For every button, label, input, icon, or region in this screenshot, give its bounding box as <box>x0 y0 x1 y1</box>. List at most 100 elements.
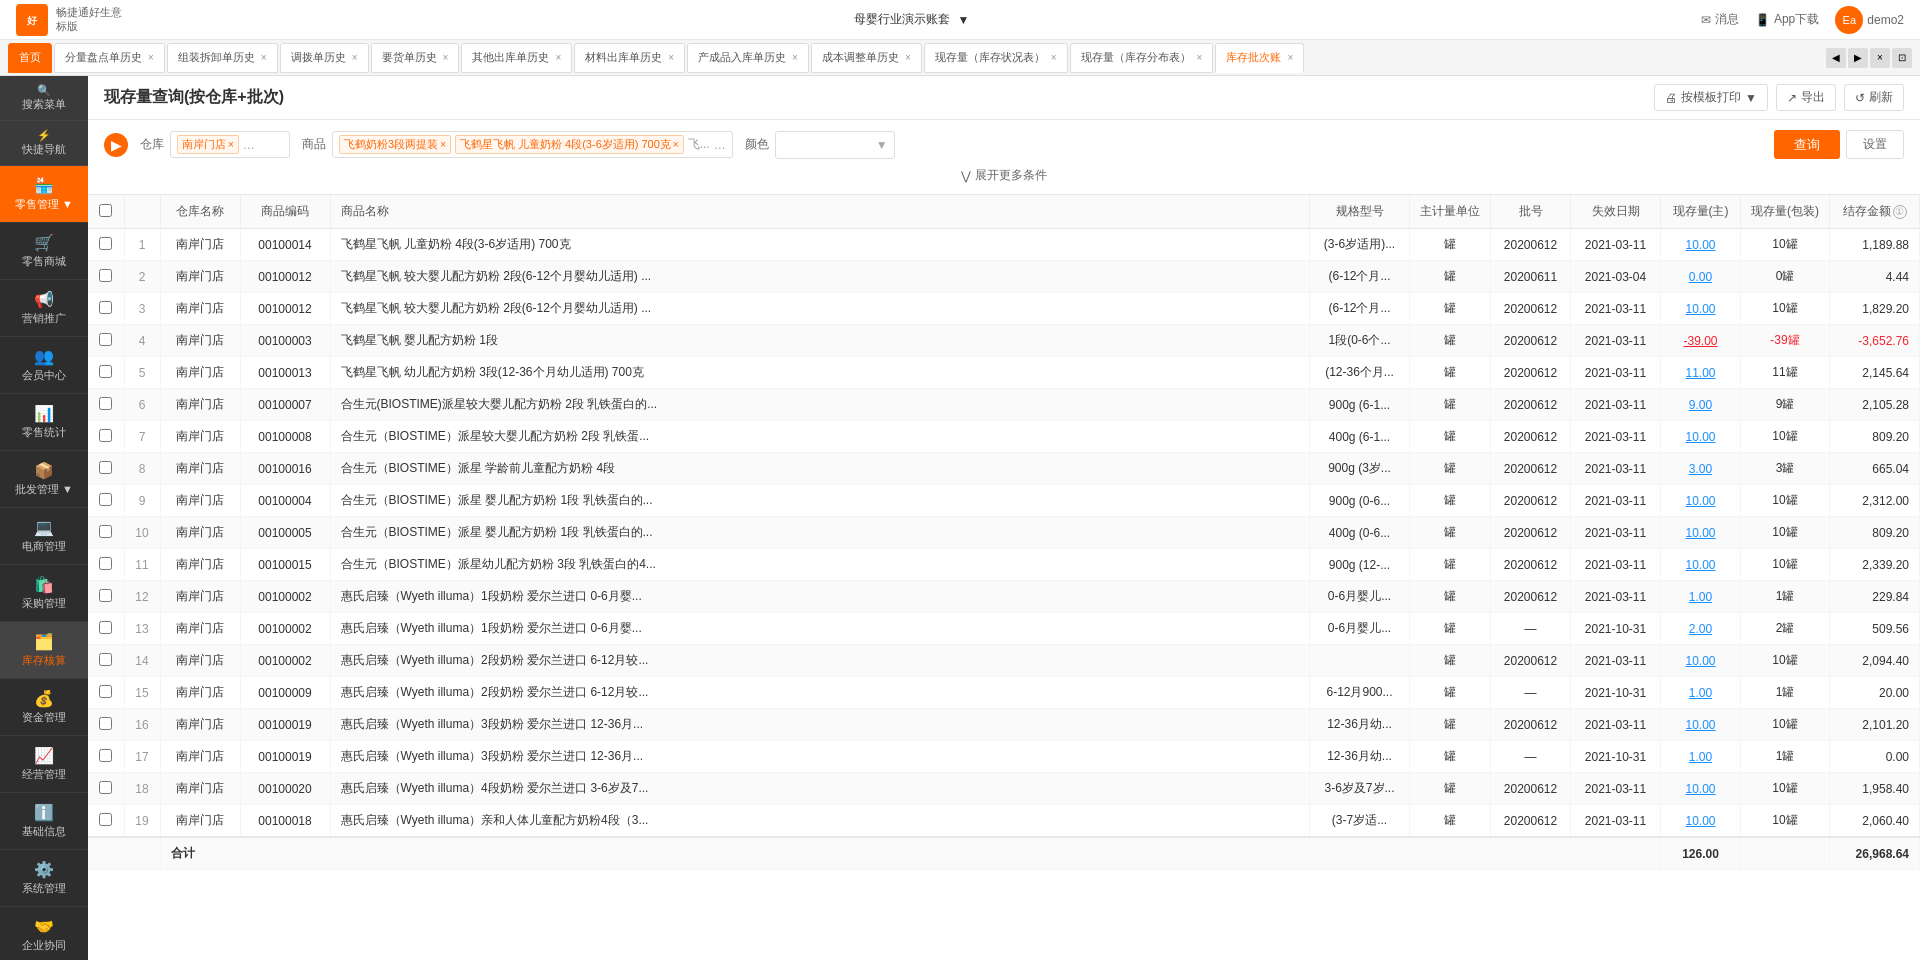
tab-1-close[interactable]: × <box>148 52 154 63</box>
row-stock-main[interactable]: 10.00 <box>1661 549 1741 581</box>
tab-5[interactable]: 其他出库单历史 × <box>461 43 572 73</box>
sidebar-item-purchase[interactable]: 🛍️ 采购管理 <box>0 565 88 622</box>
col-check[interactable] <box>88 195 124 229</box>
tab-6-close[interactable]: × <box>668 52 674 63</box>
sidebar-item-member[interactable]: 👥 会员中心 <box>0 337 88 394</box>
sidebar-item-base-info[interactable]: ℹ️ 基础信息 <box>0 793 88 850</box>
tab-home[interactable]: 首页 <box>8 43 52 73</box>
row-check[interactable] <box>88 677 124 709</box>
company-selector-area[interactable]: 母婴行业演示账套 ▼ <box>854 11 970 28</box>
export-btn[interactable]: ↗ 导出 <box>1776 84 1836 111</box>
tab-prev-btn[interactable]: ◀ <box>1826 48 1846 68</box>
row-stock-main[interactable]: 10.00 <box>1661 517 1741 549</box>
row-check[interactable] <box>88 741 124 773</box>
sidebar-item-ecommerce[interactable]: 💻 电商管理 <box>0 508 88 565</box>
template-print-btn[interactable]: 🖨 按模板打印 ▼ <box>1654 84 1768 111</box>
row-check[interactable] <box>88 389 124 421</box>
color-input[interactable]: ▼ <box>775 131 895 159</box>
row-check[interactable] <box>88 453 124 485</box>
row-stock-main[interactable]: 10.00 <box>1661 485 1741 517</box>
setting-btn[interactable]: 设置 <box>1846 130 1904 159</box>
sidebar-item-retail-mgmt[interactable]: 🏪 零售管理 ▼ <box>0 166 88 223</box>
row-stock-main[interactable]: 1.00 <box>1661 581 1741 613</box>
row-stock-main[interactable]: 10.00 <box>1661 293 1741 325</box>
tab-3[interactable]: 调拨单历史 × <box>280 43 369 73</box>
row-stock-main[interactable]: 3.00 <box>1661 453 1741 485</box>
expand-more-btn[interactable]: ⋁ 展开更多条件 <box>961 167 1047 184</box>
tab-2-close[interactable]: × <box>261 52 267 63</box>
row-stock-main[interactable]: 10.00 <box>1661 773 1741 805</box>
row-check[interactable] <box>88 709 124 741</box>
row-check[interactable] <box>88 805 124 838</box>
warehouse-tag-container[interactable]: 南岸门店 × … <box>170 131 290 158</box>
balance-info-icon[interactable]: ① <box>1893 205 1907 219</box>
row-check[interactable] <box>88 645 124 677</box>
product-tag-0-close[interactable]: × <box>440 139 446 150</box>
row-stock-main[interactable]: 10.00 <box>1661 645 1741 677</box>
row-stock-main[interactable]: 10.00 <box>1661 229 1741 261</box>
row-check[interactable] <box>88 325 124 357</box>
filter-expand-btn[interactable]: ▶ <box>104 133 128 157</box>
row-stock-main[interactable]: 9.00 <box>1661 389 1741 421</box>
sidebar-item-collab[interactable]: 🤝 企业协同 <box>0 907 88 960</box>
sidebar-item-retail-stats[interactable]: 📊 零售统计 <box>0 394 88 451</box>
row-check[interactable] <box>88 613 124 645</box>
sidebar-item-finance[interactable]: 💰 资金管理 <box>0 679 88 736</box>
user-avatar-btn[interactable]: Ea demo2 <box>1835 6 1904 34</box>
row-check[interactable] <box>88 581 124 613</box>
row-stock-main[interactable]: 0.00 <box>1661 261 1741 293</box>
tab-11[interactable]: 库存批次账 × <box>1215 43 1304 73</box>
product-tag-1-close[interactable]: × <box>673 139 679 150</box>
row-check[interactable] <box>88 357 124 389</box>
tab-10[interactable]: 现存量（库存分布表） × <box>1070 43 1214 73</box>
select-all-checkbox[interactable] <box>99 204 112 217</box>
sidebar-item-biz-mgmt[interactable]: 📈 经营管理 <box>0 736 88 793</box>
tab-5-close[interactable]: × <box>555 52 561 63</box>
tab-10-close[interactable]: × <box>1197 52 1203 63</box>
tab-9[interactable]: 现存量（库存状况表） × <box>924 43 1068 73</box>
row-stock-main[interactable]: -39.00 <box>1661 325 1741 357</box>
message-btn[interactable]: ✉ 消息 <box>1701 11 1739 28</box>
tab-next-btn[interactable]: ▶ <box>1848 48 1868 68</box>
tab-11-close[interactable]: × <box>1287 52 1293 63</box>
sidebar-item-retail-mall[interactable]: 🛒 零售商城 <box>0 223 88 280</box>
tab-6[interactable]: 材料出库单历史 × <box>574 43 685 73</box>
row-stock-main[interactable]: 2.00 <box>1661 613 1741 645</box>
sidebar-item-marketing[interactable]: 📢 营销推广 <box>0 280 88 337</box>
sidebar-item-system[interactable]: ⚙️ 系统管理 <box>0 850 88 907</box>
row-stock-main[interactable]: 10.00 <box>1661 805 1741 838</box>
row-stock-main[interactable]: 10.00 <box>1661 709 1741 741</box>
warehouse-more[interactable]: … <box>243 138 255 152</box>
tab-4-close[interactable]: × <box>443 52 449 63</box>
tab-2[interactable]: 组装拆卸单历史 × <box>167 43 278 73</box>
tab-3-close[interactable]: × <box>352 52 358 63</box>
product-tag-container[interactable]: 飞鹤奶粉3段两提装 × 飞鹤星飞帆 儿童奶粉 4段(3-6岁适用) 700克 ×… <box>332 131 733 158</box>
product-more2[interactable]: … <box>714 138 726 152</box>
row-check[interactable] <box>88 421 124 453</box>
tab-8-close[interactable]: × <box>905 52 911 63</box>
warehouse-tag-close[interactable]: × <box>228 139 234 150</box>
sidebar-quicknav-btn[interactable]: ⚡ 快捷导航 <box>0 121 88 166</box>
row-stock-main[interactable]: 10.00 <box>1661 421 1741 453</box>
tab-close-btn[interactable]: × <box>1870 48 1890 68</box>
row-check[interactable] <box>88 485 124 517</box>
row-check[interactable] <box>88 293 124 325</box>
row-stock-main[interactable]: 11.00 <box>1661 357 1741 389</box>
query-btn[interactable]: 查询 <box>1774 130 1840 159</box>
row-stock-main[interactable]: 1.00 <box>1661 741 1741 773</box>
tab-1[interactable]: 分量盘点单历史 × <box>54 43 165 73</box>
tab-4[interactable]: 要货单历史 × <box>371 43 460 73</box>
sidebar-item-inventory[interactable]: 🗂️ 库存核算 <box>0 622 88 679</box>
row-check[interactable] <box>88 261 124 293</box>
tab-8[interactable]: 成本调整单历史 × <box>811 43 922 73</box>
row-stock-main[interactable]: 1.00 <box>1661 677 1741 709</box>
row-check[interactable] <box>88 549 124 581</box>
tab-menu-btn[interactable]: ⊡ <box>1892 48 1912 68</box>
product-more[interactable]: 飞... <box>688 136 710 153</box>
sidebar-search-btn[interactable]: 🔍 搜索菜单 <box>0 76 88 121</box>
tab-9-close[interactable]: × <box>1051 52 1057 63</box>
tab-7-close[interactable]: × <box>792 52 798 63</box>
row-check[interactable] <box>88 517 124 549</box>
sidebar-item-wholesale[interactable]: 📦 批发管理 ▼ <box>0 451 88 508</box>
app-download-btn[interactable]: 📱 App下载 <box>1755 11 1819 28</box>
